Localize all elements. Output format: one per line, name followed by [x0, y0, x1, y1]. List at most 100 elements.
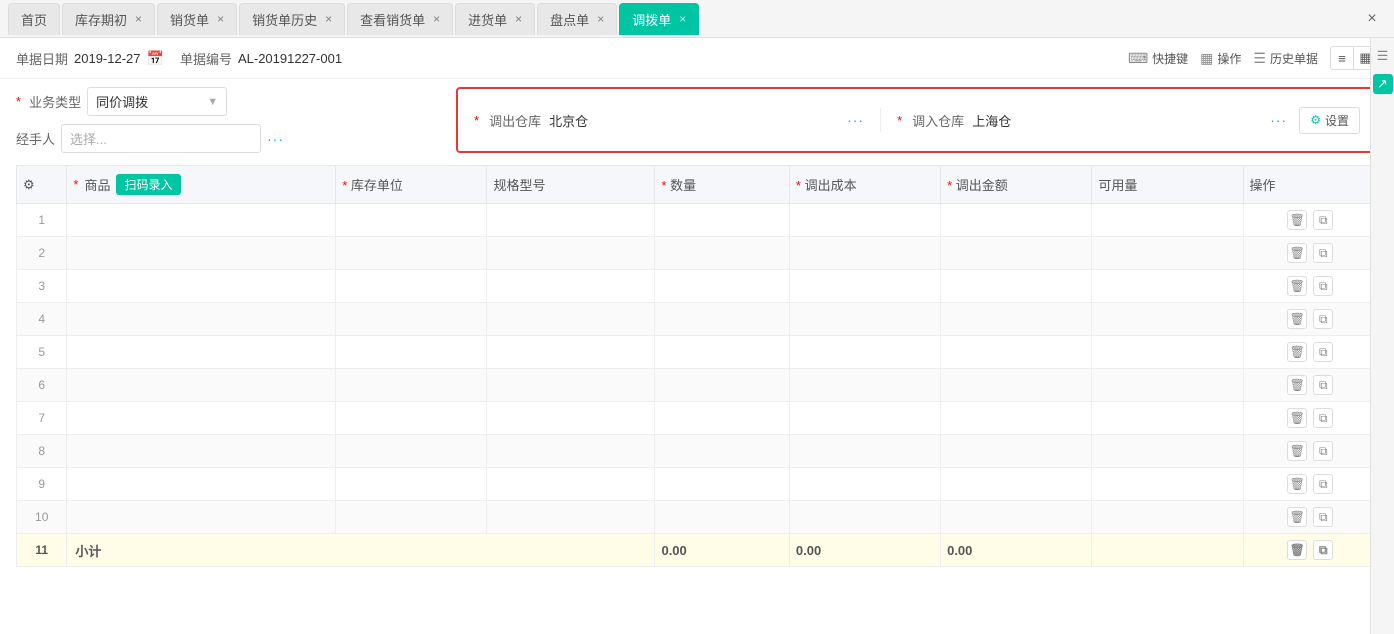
unit-cell-2[interactable]: [336, 237, 487, 270]
tab-inventory-check-close[interactable]: ×: [597, 12, 604, 26]
amount-cell-7[interactable]: [941, 402, 1092, 435]
delete-row-1-btn[interactable]: 🗑: [1287, 210, 1307, 230]
qty-cell-6[interactable]: [655, 369, 789, 402]
tab-sales-order-close[interactable]: ×: [217, 12, 224, 26]
cost-cell-5[interactable]: [789, 336, 940, 369]
unit-cell-4[interactable]: [336, 303, 487, 336]
cost-cell-9[interactable]: [789, 468, 940, 501]
delete-row-5-btn[interactable]: 🗑: [1287, 342, 1307, 362]
tab-inventory-check[interactable]: 盘点单 ×: [537, 3, 617, 35]
spec-cell-1[interactable]: [487, 204, 655, 237]
product-cell-8[interactable]: [67, 435, 336, 468]
spec-cell-3[interactable]: [487, 270, 655, 303]
qty-cell-8[interactable]: [655, 435, 789, 468]
product-cell-10[interactable]: [67, 501, 336, 534]
cost-cell-6[interactable]: [789, 369, 940, 402]
tab-purchase-order[interactable]: 进货单 ×: [455, 3, 535, 35]
copy-row-7-btn[interactable]: ⧉: [1313, 408, 1333, 428]
unit-cell-6[interactable]: [336, 369, 487, 402]
barcode-scan-button[interactable]: 扫码录入: [116, 174, 180, 195]
delete-row-3-btn[interactable]: 🗑: [1287, 276, 1307, 296]
tab-transfer-order[interactable]: 调拨单 ×: [619, 3, 699, 35]
handler-more-btn[interactable]: ···: [267, 131, 284, 147]
amount-cell-10[interactable]: [941, 501, 1092, 534]
cost-cell-8[interactable]: [789, 435, 940, 468]
copy-row-8-btn[interactable]: ⧉: [1313, 441, 1333, 461]
copy-row-10-btn[interactable]: ⧉: [1313, 507, 1333, 527]
tab-inventory-init-close[interactable]: ×: [135, 12, 142, 26]
spec-cell-5[interactable]: [487, 336, 655, 369]
product-cell-4[interactable]: [67, 303, 336, 336]
qty-cell-7[interactable]: [655, 402, 789, 435]
amount-cell-6[interactable]: [941, 369, 1092, 402]
copy-row-6-btn[interactable]: ⧉: [1313, 375, 1333, 395]
delete-row-7-btn[interactable]: 🗑: [1287, 408, 1307, 428]
spec-cell-10[interactable]: [487, 501, 655, 534]
tab-sales-order[interactable]: 销货单 ×: [157, 3, 237, 35]
tab-inventory-init[interactable]: 库存期初 ×: [62, 3, 155, 35]
unit-cell-9[interactable]: [336, 468, 487, 501]
table-gear-icon[interactable]: ⚙: [23, 177, 35, 192]
product-cell-6[interactable]: [67, 369, 336, 402]
tab-transfer-order-close[interactable]: ×: [679, 12, 686, 26]
subtotal-delete-btn[interactable]: 🗑: [1287, 540, 1307, 560]
history-action[interactable]: ☰ 历史单据: [1253, 50, 1318, 67]
handler-select[interactable]: 选择...: [61, 124, 261, 153]
spec-cell-6[interactable]: [487, 369, 655, 402]
operation-action[interactable]: ▦ 操作: [1200, 50, 1241, 67]
amount-cell-5[interactable]: [941, 336, 1092, 369]
product-cell-3[interactable]: [67, 270, 336, 303]
qty-cell-3[interactable]: [655, 270, 789, 303]
subtotal-copy-btn[interactable]: ⧉: [1313, 540, 1333, 560]
spec-cell-7[interactable]: [487, 402, 655, 435]
delete-row-6-btn[interactable]: 🗑: [1287, 375, 1307, 395]
cost-cell-4[interactable]: [789, 303, 940, 336]
tab-sales-history[interactable]: 销货单历史 ×: [239, 3, 345, 35]
cost-cell-1[interactable]: [789, 204, 940, 237]
tab-view-sales[interactable]: 查看销货单 ×: [347, 3, 453, 35]
qty-cell-2[interactable]: [655, 237, 789, 270]
delete-row-8-btn[interactable]: 🗑: [1287, 441, 1307, 461]
list-view-btn[interactable]: ≡: [1330, 46, 1354, 70]
tab-view-sales-close[interactable]: ×: [433, 12, 440, 26]
copy-row-5-btn[interactable]: ⧉: [1313, 342, 1333, 362]
copy-row-4-btn[interactable]: ⧉: [1313, 309, 1333, 329]
amount-cell-8[interactable]: [941, 435, 1092, 468]
tab-sales-history-close[interactable]: ×: [325, 12, 332, 26]
settings-button[interactable]: ⚙ 设置: [1299, 107, 1360, 134]
product-cell-7[interactable]: [67, 402, 336, 435]
sidebar-list-icon[interactable]: ☰: [1373, 46, 1393, 66]
delete-row-10-btn[interactable]: 🗑: [1287, 507, 1307, 527]
cost-cell-3[interactable]: [789, 270, 940, 303]
copy-row-3-btn[interactable]: ⧉: [1313, 276, 1333, 296]
amount-cell-1[interactable]: [941, 204, 1092, 237]
amount-cell-4[interactable]: [941, 303, 1092, 336]
calendar-icon[interactable]: 📅: [147, 50, 164, 67]
delete-row-2-btn[interactable]: 🗑: [1287, 243, 1307, 263]
amount-cell-3[interactable]: [941, 270, 1092, 303]
tab-purchase-order-close[interactable]: ×: [515, 12, 522, 26]
spec-cell-2[interactable]: [487, 237, 655, 270]
to-warehouse-more-btn[interactable]: ···: [1270, 112, 1287, 128]
spec-cell-9[interactable]: [487, 468, 655, 501]
unit-cell-3[interactable]: [336, 270, 487, 303]
cost-cell-2[interactable]: [789, 237, 940, 270]
qty-cell-9[interactable]: [655, 468, 789, 501]
product-cell-1[interactable]: [67, 204, 336, 237]
product-cell-5[interactable]: [67, 336, 336, 369]
sidebar-export-icon[interactable]: ↗: [1373, 74, 1393, 94]
unit-cell-7[interactable]: [336, 402, 487, 435]
qty-cell-10[interactable]: [655, 501, 789, 534]
shortcut-action[interactable]: ⌨ 快捷键: [1128, 50, 1188, 67]
spec-cell-8[interactable]: [487, 435, 655, 468]
from-warehouse-more-btn[interactable]: ···: [847, 112, 864, 128]
spec-cell-4[interactable]: [487, 303, 655, 336]
amount-cell-2[interactable]: [941, 237, 1092, 270]
cost-cell-7[interactable]: [789, 402, 940, 435]
tab-home[interactable]: 首页: [8, 3, 60, 35]
qty-cell-4[interactable]: [655, 303, 789, 336]
unit-cell-1[interactable]: [336, 204, 487, 237]
unit-cell-10[interactable]: [336, 501, 487, 534]
cost-cell-10[interactable]: [789, 501, 940, 534]
business-type-select[interactable]: 同价调拨 ▼: [87, 87, 227, 116]
